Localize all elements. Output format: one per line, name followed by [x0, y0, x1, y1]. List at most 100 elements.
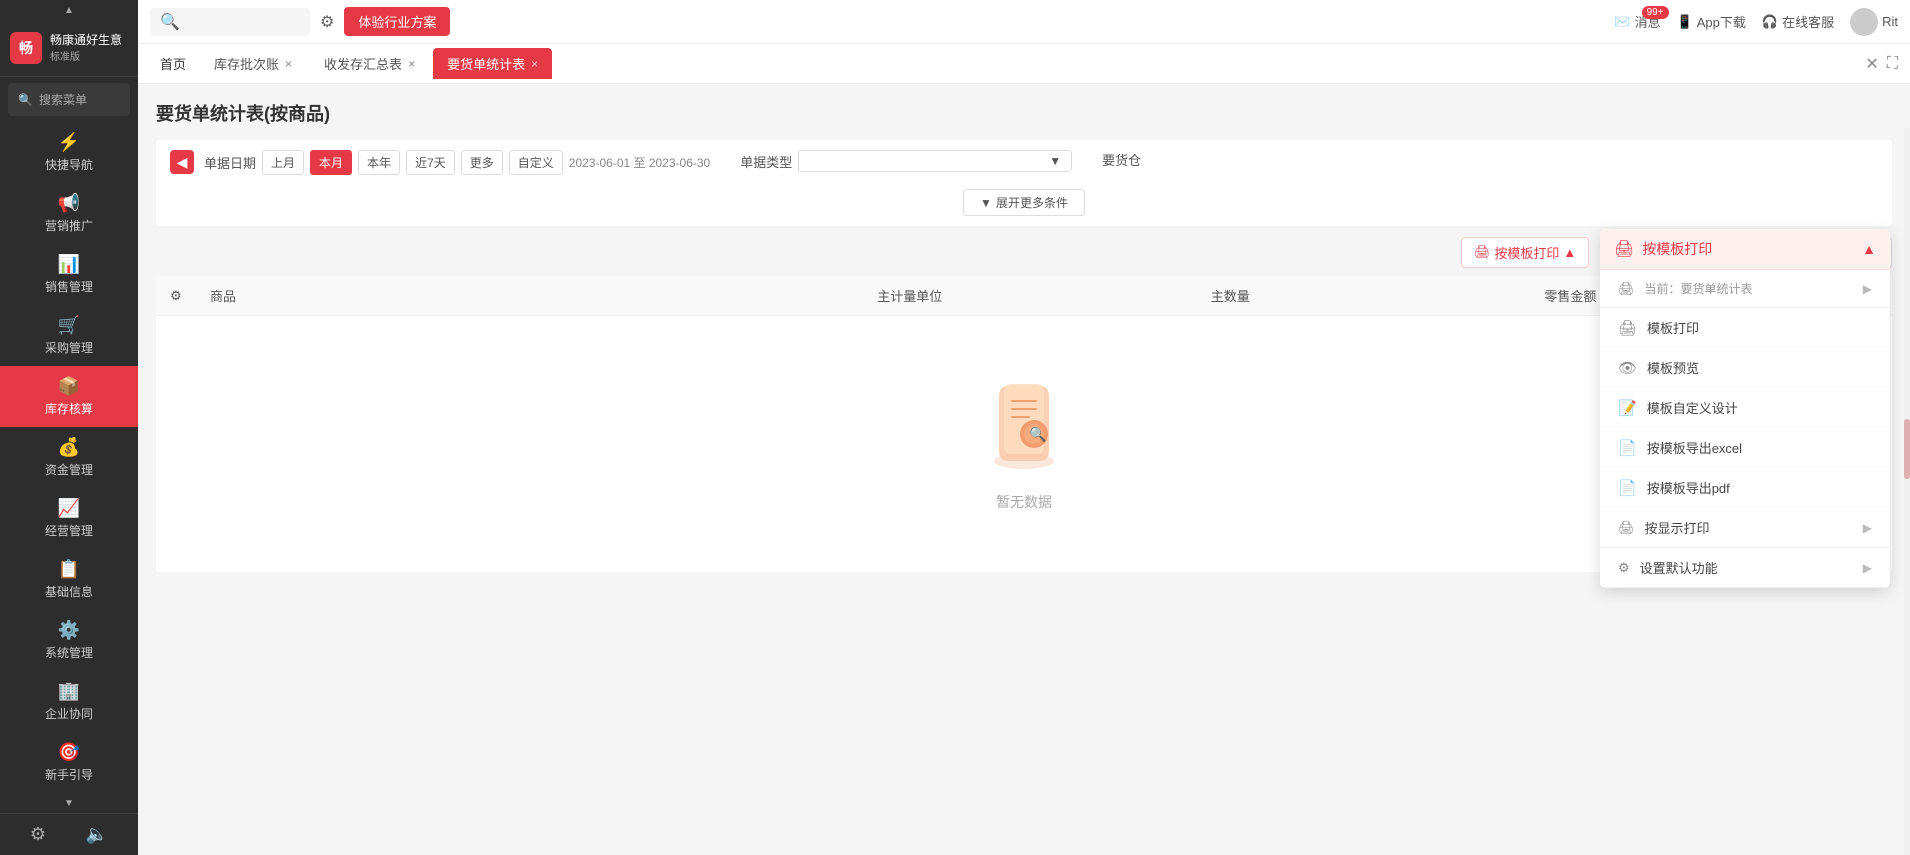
tab-demand[interactable]: 要货单统计表 × [433, 48, 552, 79]
dropdown-header-left: 🖨 按模板打印 [1614, 239, 1712, 259]
template-print-label: 模板打印 [1647, 318, 1699, 337]
th-settings[interactable]: ⚙ [170, 288, 210, 304]
date-btn-7days[interactable]: 近7天 [406, 150, 455, 175]
current-template-label: 当前：要货单统计表 [1645, 280, 1753, 297]
filter-collapse-button[interactable]: ◀ [170, 150, 194, 174]
date-btn-more[interactable]: 更多 [461, 150, 503, 175]
sidebar-item-inventory[interactable]: 📦 库存核算 [0, 366, 138, 427]
sidebar-item-marketing[interactable]: 📢 营销推广 [0, 183, 138, 244]
sidebar-item-operation[interactable]: 📈 经营管理 [0, 488, 138, 549]
dropdown-current-template[interactable]: 🖨 当前：要货单统计表 ▶ [1600, 270, 1890, 308]
tab-demand-close[interactable]: × [531, 57, 538, 71]
set-default-label: 设置默认功能 [1640, 558, 1718, 577]
sidebar-item-inventory-label: 库存核算 [45, 400, 93, 417]
tab-expand-icon[interactable]: ⛶ [1887, 55, 1898, 73]
sidebar-item-sales[interactable]: 📊 销售管理 [0, 244, 138, 305]
sidebar-nav: ⚡ 快捷导航 📢 营销推广 📊 销售管理 🛒 采购管理 📦 库存核算 💰 资金管… [0, 122, 138, 793]
display-print-chevron: ▶ [1863, 521, 1872, 535]
type-filter-select[interactable]: ▼ [798, 150, 1072, 172]
dropdown-template-preview[interactable]: 👁 模板预览 [1600, 348, 1890, 388]
set-default-icon: ⚙ [1618, 560, 1630, 576]
scrollbar[interactable] [1904, 128, 1910, 855]
tab-close-all-icon[interactable]: ✕ [1865, 54, 1878, 74]
print-template-button[interactable]: 🖨 按模板打印 ▲ [1461, 237, 1589, 268]
tab-batch[interactable]: 库存批次账 × [200, 48, 306, 79]
sidebar-item-sales-label: 销售管理 [45, 278, 93, 295]
topbar: 🔍 ⚙ 体验行业方案 ✉️ 消息 99+ 📱 App下载 🎧 在线客服 Rit [138, 0, 1910, 44]
sidebar-search[interactable]: 🔍 搜索菜单 [8, 83, 130, 116]
dropdown-template-design[interactable]: 📝 模板自定义设计 [1600, 388, 1890, 428]
settings-bottom-icon[interactable]: ⚙ [30, 824, 46, 845]
sidebar-item-basic[interactable]: 📋 基础信息 [0, 549, 138, 610]
tab-receipt[interactable]: 收发存汇总表 × [310, 48, 429, 79]
app-logo-icon: 畅 [10, 32, 42, 64]
search-icon: 🔍 [18, 93, 33, 107]
app-download-button[interactable]: 📱 App下载 [1677, 12, 1746, 31]
topbar-search-input[interactable] [186, 15, 266, 29]
tab-batch-close[interactable]: × [285, 57, 292, 71]
expand-more-button[interactable]: ▼ 展开更多条件 [963, 189, 1085, 216]
dropdown-template-print[interactable]: 🖨 模板打印 [1600, 308, 1890, 348]
type-filter-label: 单据类型 [740, 152, 792, 171]
tab-home[interactable]: 首页 [150, 48, 196, 79]
date-btn-this-year[interactable]: 本年 [358, 150, 400, 175]
dropdown-set-default-left: ⚙ 设置默认功能 [1618, 558, 1718, 577]
headset-icon: 🎧 [1762, 14, 1778, 30]
dropdown-template-excel[interactable]: 📄 按模板导出excel [1600, 428, 1890, 468]
display-print-label: 按显示打印 [1645, 518, 1710, 537]
date-btn-this-month[interactable]: 本月 [310, 150, 352, 175]
sound-icon[interactable]: 🔈 [86, 824, 108, 845]
dropdown-set-default[interactable]: ⚙ 设置默认功能 ▶ [1600, 548, 1890, 588]
date-filter-label: 单据日期 [204, 153, 256, 172]
expand-more-row: ▼ 展开更多条件 [170, 189, 1878, 216]
tab-expand-controls: ✕ ⛶ [1865, 54, 1898, 74]
date-btn-custom[interactable]: 自定义 [509, 150, 563, 175]
display-print-icon: 🖨 [1618, 520, 1635, 536]
sidebar-scroll-down[interactable]: ▼ [64, 798, 74, 809]
messages-button[interactable]: ✉️ 消息 99+ [1614, 12, 1660, 31]
template-preview-icon: 👁 [1618, 359, 1637, 377]
tab-demand-label: 要货单统计表 [447, 54, 525, 73]
dropdown-chevron-up[interactable]: ▲ [1862, 241, 1876, 257]
print-icon: 🖨 [1474, 244, 1491, 260]
tab-batch-label: 库存批次账 [214, 54, 279, 73]
print-chevron-up: ▲ [1563, 245, 1576, 260]
topbar-gear-icon[interactable]: ⚙ [320, 12, 334, 32]
sidebar-item-purchase[interactable]: 🛒 采购管理 [0, 305, 138, 366]
date-btn-last-month[interactable]: 上月 [262, 150, 304, 175]
date-range-display: 2023-06-01 至 2023-06-30 [569, 154, 710, 171]
expand-more-label: 展开更多条件 [996, 194, 1068, 211]
tab-receipt-close[interactable]: × [408, 57, 415, 71]
app-logo-text: 畅康通好生意 [50, 33, 122, 49]
sidebar-item-shortcut[interactable]: ⚡ 快捷导航 [0, 122, 138, 183]
sidebar-item-system[interactable]: ⚙️ 系统管理 [0, 610, 138, 671]
filter-bar: ◀ 单据日期 上月 本月 本年 近7天 更多 自定义 2023-06-01 至 … [156, 140, 1892, 226]
user-avatar[interactable]: Rit [1850, 8, 1898, 36]
inventory-icon: 📦 [58, 376, 80, 397]
sidebar-item-basic-label: 基础信息 [45, 583, 93, 600]
user-name: Rit [1882, 14, 1898, 29]
shortcut-icon: ⚡ [58, 132, 80, 153]
sidebar-item-enterprise-label: 企业协同 [45, 705, 93, 722]
dropdown-display-print[interactable]: 🖨 按显示打印 ▶ [1600, 508, 1890, 548]
print-dropdown-panel: 🖨 按模板打印 ▲ 🖨 当前：要货单统计表 ▶ 🖨 模板打印 [1600, 229, 1890, 588]
sidebar-item-purchase-label: 采购管理 [45, 339, 93, 356]
sidebar-item-guide-label: 新手引导 [45, 766, 93, 783]
svg-text:🔍: 🔍 [1029, 425, 1046, 443]
sidebar-item-guide[interactable]: 🎯 新手引导 [0, 732, 138, 793]
template-preview-label: 模板预览 [1647, 358, 1699, 377]
sidebar-item-enterprise[interactable]: 🏢 企业协同 [0, 671, 138, 732]
template-excel-icon: 📄 [1618, 439, 1637, 457]
dropdown-template-pdf[interactable]: 📄 按模板导出pdf [1600, 468, 1890, 508]
industry-solution-button[interactable]: 体验行业方案 [344, 7, 450, 36]
scroll-thumb[interactable] [1904, 419, 1910, 479]
system-icon: ⚙️ [58, 620, 80, 641]
dropdown-template-excel-left: 📄 按模板导出excel [1618, 438, 1742, 457]
sidebar-scroll-up[interactable]: ▲ [64, 5, 74, 16]
th-unit: 主计量单位 [877, 286, 1211, 305]
topbar-search-box[interactable]: 🔍 [150, 8, 310, 36]
online-service-button[interactable]: 🎧 在线客服 [1762, 12, 1834, 31]
empty-text: 暂无数据 [996, 492, 1052, 512]
sidebar-item-finance[interactable]: 💰 资金管理 [0, 427, 138, 488]
template-pdf-icon: 📄 [1618, 479, 1637, 497]
